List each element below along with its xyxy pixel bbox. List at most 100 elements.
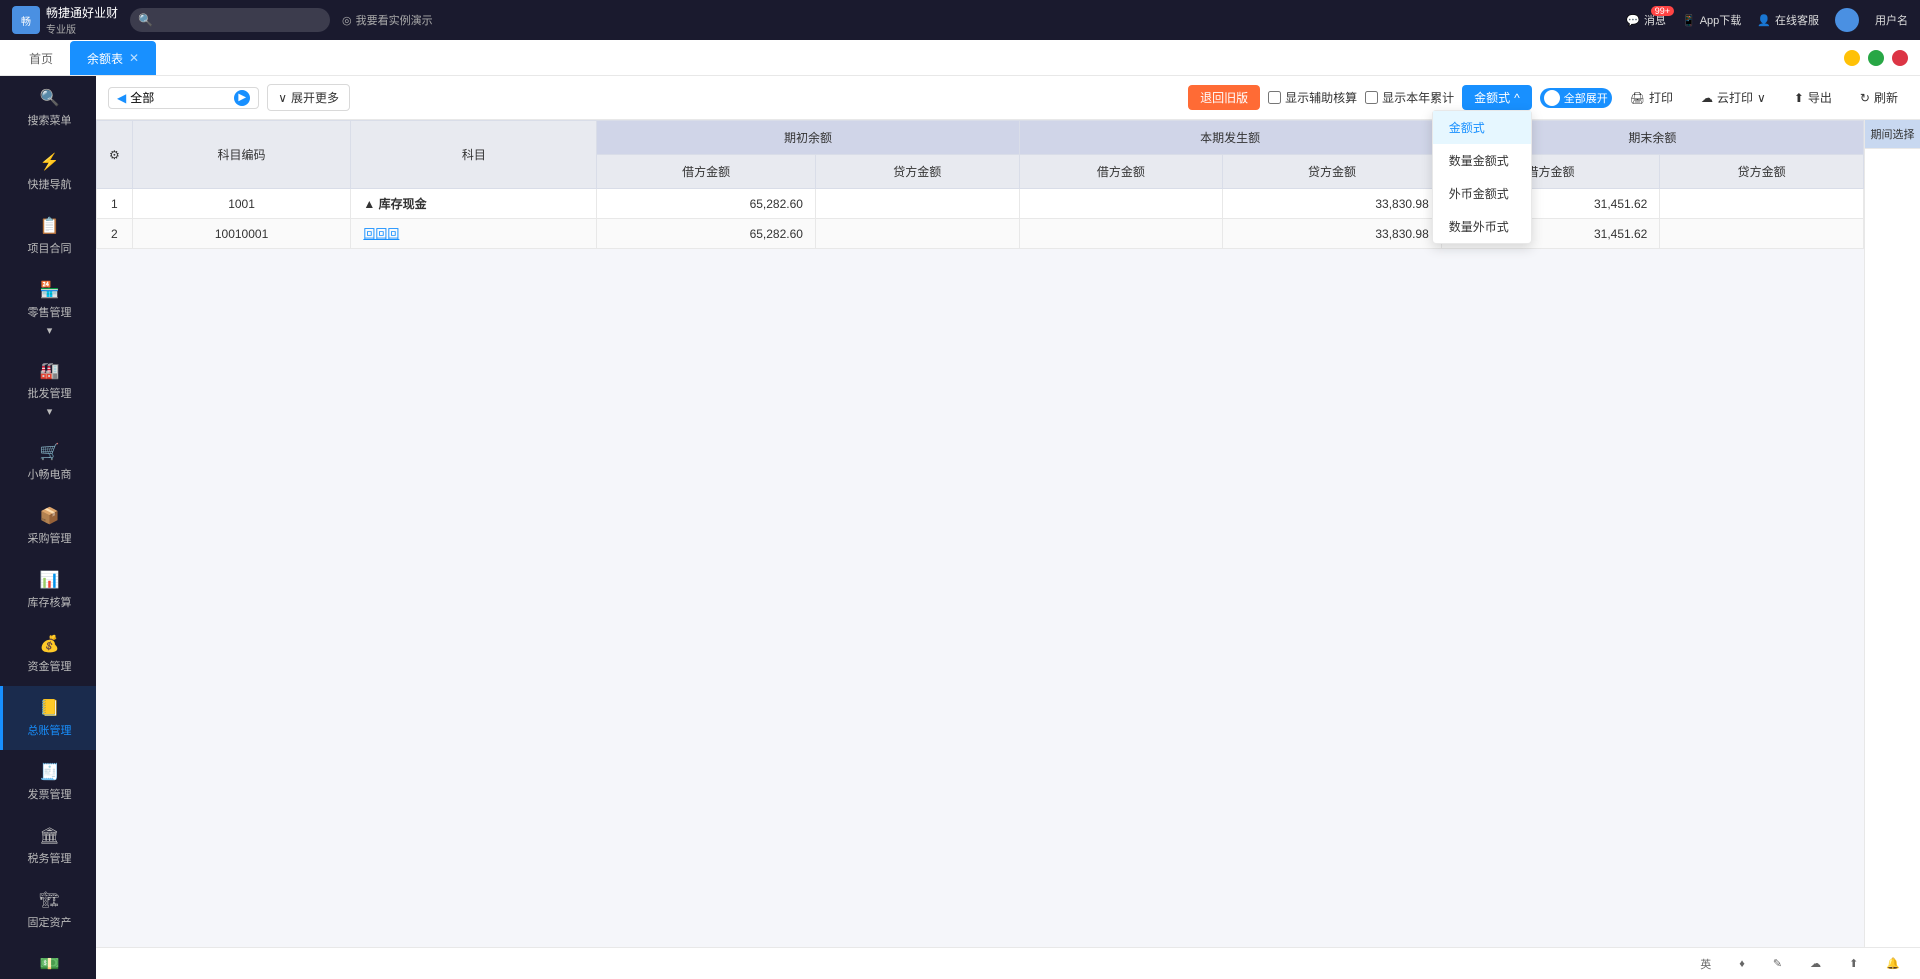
td-no: 1: [97, 189, 133, 219]
th-opening-debit: 借方金额: [597, 155, 816, 189]
ledger-icon: 📒: [40, 698, 60, 718]
td-closing-credit: [1660, 219, 1864, 249]
sidebar-item-inventory[interactable]: 📊 库存核算: [0, 558, 96, 622]
sidebar-label-invoice: 发票管理: [28, 786, 72, 802]
sidebar-item-invoice[interactable]: 🧾 发票管理: [0, 750, 96, 814]
content-area: ◀ ▶ ∨ 展开更多 退回旧版 显示辅助核算 显示本年累计: [96, 76, 1920, 979]
sidebar-item-assets[interactable]: 🏗 固定资产: [0, 878, 96, 942]
export-btn[interactable]: ⬆ 导出: [1784, 85, 1842, 110]
td-current-debit: [1019, 219, 1223, 249]
td-current-credit: 33,830.98: [1223, 219, 1442, 249]
sidebar-label-capital: 资金管理: [28, 658, 72, 674]
mode-option-0[interactable]: 金额式: [1433, 111, 1531, 144]
bottom-notify-btn[interactable]: 🔔: [1878, 955, 1908, 972]
sidebar-label-project: 项目合同: [28, 240, 72, 256]
table-row[interactable]: 11001▲ 库存现金65,282.6033,830.9831,451.62: [97, 189, 1864, 219]
th-current-debit: 借方金额: [1019, 155, 1223, 189]
sidebar-item-project[interactable]: 📋 项目合同: [0, 204, 96, 268]
tab-home-label: 首页: [29, 50, 53, 67]
win-close-btn[interactable]: [1892, 50, 1908, 66]
show-aux-checkbox[interactable]: 显示辅助核算: [1268, 89, 1357, 106]
tab-home[interactable]: 首页: [12, 41, 70, 75]
td-name[interactable]: 回回回: [351, 219, 597, 249]
th-opening-group: 期初余额: [597, 121, 1019, 155]
bottom-cloud-btn[interactable]: ☁: [1802, 955, 1829, 972]
user-avatar[interactable]: [1835, 8, 1859, 32]
demo-link[interactable]: ◎ 我要看实例演示: [342, 12, 433, 28]
sidebar-item-quicknav[interactable]: ⚡ 快捷导航: [0, 140, 96, 204]
win-min-btn[interactable]: [1844, 50, 1860, 66]
td-code: 10010001: [132, 219, 351, 249]
mode-btn[interactable]: 金额式 ^: [1462, 85, 1532, 110]
right-arrow-icon[interactable]: ▶: [234, 90, 250, 106]
back-old-btn[interactable]: 退回旧版: [1188, 85, 1260, 110]
account-search[interactable]: ◀ ▶: [108, 87, 259, 109]
service-action[interactable]: 👤 在线客服: [1757, 12, 1819, 28]
brand-name: 畅捷通好业财: [46, 4, 118, 21]
top-search-input[interactable]: [153, 14, 303, 26]
sidebar-item-ledger[interactable]: 📒 总账管理: [0, 686, 96, 750]
left-arrow-icon[interactable]: ◀: [117, 91, 126, 105]
sidebar-item-search[interactable]: 🔍 搜索菜单: [0, 76, 96, 140]
sidebar-item-wholesale[interactable]: 🏭 批发管理 ▾: [0, 349, 96, 430]
table-row[interactable]: 210010001回回回65,282.6033,830.9831,451.62: [97, 219, 1864, 249]
expand-all-toggle[interactable]: 全部展开: [1540, 88, 1612, 108]
purchase-icon: 📦: [40, 506, 60, 526]
tax-icon: 🏛: [39, 826, 59, 846]
top-search[interactable]: 🔍: [130, 8, 330, 32]
period-header: 期间选择: [1865, 120, 1920, 149]
sidebar: 🔍 搜索菜单 ⚡ 快捷导航 📋 项目合同 🏪 零售管理 ▾ 🏭 批发管理 ▾ 🛒…: [0, 76, 96, 979]
bottom-lang-btn[interactable]: 英: [1692, 954, 1719, 974]
refresh-btn[interactable]: ↻ 刷新: [1850, 85, 1908, 110]
toolbar: ◀ ▶ ∨ 展开更多 退回旧版 显示辅助核算 显示本年累计: [96, 76, 1920, 120]
top-actions: 💬 消息 99+ 📱 App下载 👤 在线客服 用户名: [1626, 8, 1908, 32]
mode-option-2[interactable]: 外币金额式: [1433, 177, 1531, 210]
sidebar-label-purchase: 采购管理: [28, 530, 72, 546]
bottom-upload-btn[interactable]: ⬆: [1841, 955, 1866, 972]
bottom-bar: 英 ♦ ✎ ☁ ⬆ 🔔: [96, 947, 1920, 979]
bottom-edit-btn[interactable]: ✎: [1765, 955, 1790, 972]
download-action[interactable]: 📱 App下载: [1682, 12, 1741, 28]
win-max-btn[interactable]: [1868, 50, 1884, 66]
td-name: ▲ 库存现金: [351, 189, 597, 219]
td-opening-debit: 65,282.60: [597, 189, 816, 219]
bottom-diamond-btn[interactable]: ♦: [1731, 956, 1753, 972]
sidebar-item-tax[interactable]: 🏛 税务管理: [0, 814, 96, 878]
edition-label: 专业版: [46, 21, 118, 36]
table-section: ⚙ 科目编码 科目 期初余额 本期发生额 期末余额 借方金额 贷方金额 借方金额…: [96, 120, 1920, 947]
mode-dropdown-wrapper: 金额式 ^ 金额式 数量金额式 外币金额式 数量外币式: [1462, 85, 1532, 110]
th-opening-credit: 贷方金额: [815, 155, 1019, 189]
capital-icon: 💰: [40, 634, 60, 654]
account-search-input[interactable]: [130, 91, 230, 105]
mode-option-1[interactable]: 数量金额式: [1433, 144, 1531, 177]
sidebar-item-capital[interactable]: 💰 资金管理: [0, 622, 96, 686]
tab-balance[interactable]: 余额表 ✕: [70, 41, 156, 75]
sidebar-item-retail[interactable]: 🏪 零售管理 ▾: [0, 268, 96, 349]
cloud-print-chevron: ∨: [1757, 91, 1766, 105]
message-icon: 💬: [1626, 14, 1640, 27]
th-settings[interactable]: ⚙: [97, 121, 133, 189]
td-opening-credit: [815, 189, 1019, 219]
print-btn[interactable]: 🖨 打印: [1620, 85, 1683, 110]
mode-dropdown: 金额式 数量金额式 外币金额式 数量外币式: [1432, 110, 1532, 244]
message-action[interactable]: 💬 消息 99+: [1626, 12, 1666, 28]
user-name[interactable]: 用户名: [1875, 12, 1908, 28]
project-icon: 📋: [40, 216, 60, 236]
balance-table-container[interactable]: ⚙ 科目编码 科目 期初余额 本期发生额 期末余额 借方金额 贷方金额 借方金额…: [96, 120, 1864, 947]
expand-more-btn[interactable]: ∨ 展开更多: [267, 84, 350, 111]
refresh-icon: ↻: [1860, 91, 1870, 105]
sidebar-item-purchase[interactable]: 📦 采购管理: [0, 494, 96, 558]
assets-icon: 🏗: [39, 890, 59, 910]
th-current-group: 本期发生额: [1019, 121, 1441, 155]
td-no: 2: [97, 219, 133, 249]
td-current-debit: [1019, 189, 1223, 219]
tab-balance-close[interactable]: ✕: [129, 51, 139, 65]
mode-option-3[interactable]: 数量外币式: [1433, 210, 1531, 243]
sidebar-item-salary[interactable]: 💵 工资: [0, 942, 96, 979]
cloud-print-btn[interactable]: ☁ 云打印 ∨: [1691, 85, 1776, 110]
sidebar-item-ecom[interactable]: 🛒 小畅电商: [0, 430, 96, 494]
cloud-print-icon: ☁: [1701, 91, 1713, 105]
show-ytd-checkbox[interactable]: 显示本年累计: [1365, 89, 1454, 106]
sidebar-label-ecom: 小畅电商: [28, 466, 72, 482]
ecom-icon: 🛒: [40, 442, 60, 462]
